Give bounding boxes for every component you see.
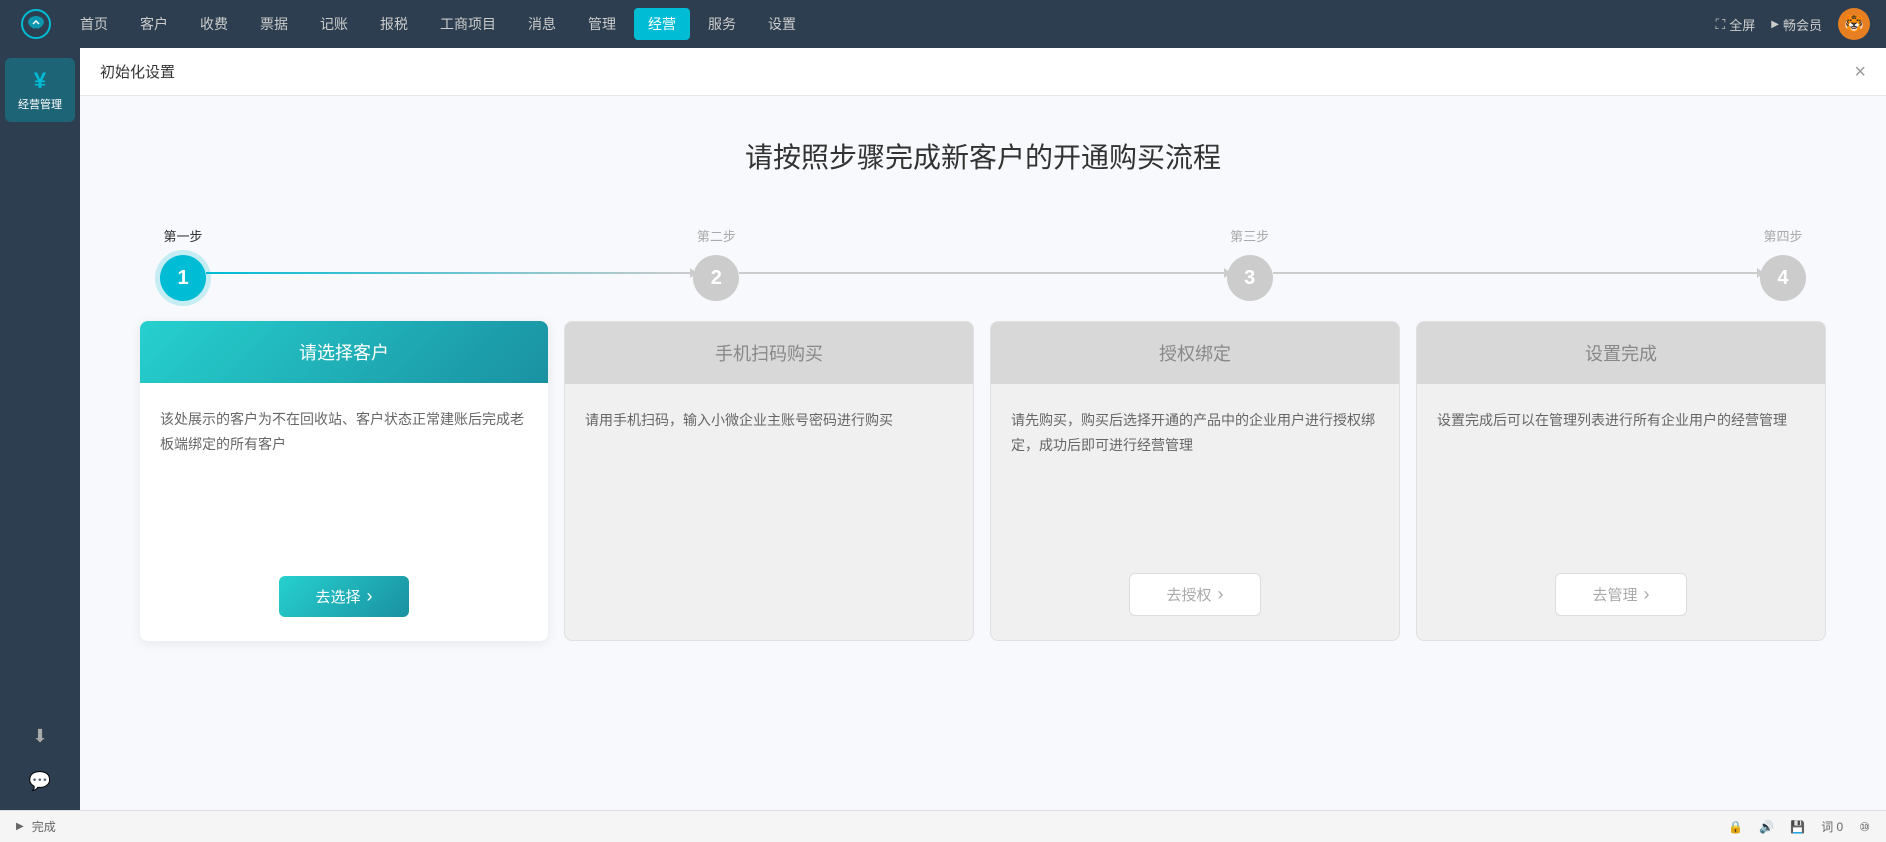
card-1-footer: 去选择 ›	[140, 560, 548, 641]
wizard-title: 请按照步骤完成新客户的开通购买流程	[140, 136, 1826, 176]
step-indicator-3: 第三步 3	[1227, 226, 1273, 301]
user-avatar[interactable]: 🐯	[1838, 8, 1870, 40]
connector-2-3	[739, 272, 1226, 274]
status-bar-right: 🔒 🔊 💾 词 0 ⑩	[1728, 818, 1870, 835]
nav-fee[interactable]: 收费	[186, 8, 242, 40]
nav-business[interactable]: 工商项目	[426, 8, 510, 40]
nav-operation[interactable]: 经营	[634, 8, 690, 40]
fullscreen-button[interactable]: ⛶ 全屏	[1715, 15, 1755, 34]
fullscreen-icon: ⛶	[1715, 16, 1725, 33]
arrow-icon-3: ›	[1218, 584, 1224, 605]
app-body: ¥ 经营管理 ⬇ 💬 初始化设置 × 请按照步骤完成新客户的开通购买流程	[0, 48, 1886, 810]
card-1-header: 请选择客户	[140, 321, 548, 383]
top-navigation: 首页 客户 收费 票据 记账 报税 工商项目 消息 管理 经营 服务 设置 ⛶ …	[0, 0, 1886, 48]
connector-3-4	[1273, 272, 1760, 274]
word-count: 词 0	[1821, 818, 1843, 835]
page-title: 初始化设置	[100, 61, 175, 82]
nav-items: 首页 客户 收费 票据 记账 报税 工商项目 消息 管理 经营 服务 设置	[66, 8, 1715, 40]
arrow-icon-1: ›	[367, 586, 373, 607]
nav-tax[interactable]: 报税	[366, 8, 422, 40]
member-button[interactable]: ▶ 畅会员	[1771, 15, 1822, 34]
card-4-footer: 去管理 ›	[1417, 557, 1825, 640]
step-3-circle: 3	[1227, 255, 1273, 301]
sidebar-download[interactable]: ⬇	[5, 718, 75, 755]
yen-icon: ¥	[34, 68, 46, 94]
step-card-2: 手机扫码购买 请用手机扫码，输入小微企业主账号密码进行购买	[564, 321, 974, 641]
card-4-header: 设置完成	[1417, 322, 1825, 384]
volume-icon: 🔊	[1759, 820, 1774, 834]
nav-manage[interactable]: 管理	[574, 8, 630, 40]
step-indicator-4: 第四步 4	[1760, 226, 1806, 301]
step-indicator-1: 第一步 1	[160, 226, 206, 301]
connector-1-2	[206, 272, 693, 274]
authorize-button[interactable]: 去授权 ›	[1129, 573, 1260, 616]
card-2-footer	[565, 600, 973, 640]
step-indicators: 第一步 1 第二步 2	[140, 226, 1826, 301]
step-indicator-2: 第二步 2	[693, 226, 739, 301]
member-label: 畅会员	[1783, 15, 1822, 34]
nav-right-area: ⛶ 全屏 ▶ 畅会员 🐯	[1715, 8, 1870, 40]
status-bar-left: ▶ 完成	[16, 818, 56, 835]
step-cards: 请选择客户 该处展示的客户为不在回收站、客户状态正常建账后完成老板端绑定的所有客…	[140, 321, 1826, 641]
fullscreen-label: 全屏	[1729, 15, 1755, 34]
nav-home[interactable]: 首页	[66, 8, 122, 40]
card-3-footer: 去授权 ›	[991, 557, 1399, 640]
status-label: 完成	[32, 818, 56, 835]
sidebar-chat[interactable]: 💬	[5, 763, 75, 800]
sidebar: ¥ 经营管理 ⬇ 💬	[0, 48, 80, 810]
close-button[interactable]: ×	[1854, 62, 1866, 82]
card-2-header: 手机扫码购买	[565, 322, 973, 384]
main-header: 初始化设置 ×	[80, 48, 1886, 96]
save-icon: 💾	[1790, 820, 1805, 834]
main-content: 初始化设置 × 请按照步骤完成新客户的开通购买流程 第一步 1	[80, 48, 1886, 810]
nav-bill[interactable]: 票据	[246, 8, 302, 40]
wizard-body: 请按照步骤完成新客户的开通购买流程 第一步 1 第二步	[80, 96, 1886, 810]
step-4-label: 第四步	[1763, 226, 1802, 245]
shield-icon: 🔒	[1728, 820, 1743, 834]
sidebar-item-label: 经营管理	[18, 98, 62, 112]
step-card-4: 设置完成 设置完成后可以在管理列表进行所有企业用户的经营管理 去管理 ›	[1416, 321, 1826, 641]
step-4-circle: 4	[1760, 255, 1806, 301]
download-icon: ⬇	[32, 726, 47, 747]
step-3-label: 第三步	[1230, 226, 1269, 245]
chat-icon: 💬	[29, 771, 51, 792]
avatar-icon: 🐯	[1844, 14, 1864, 34]
card-4-body: 设置完成后可以在管理列表进行所有企业用户的经营管理	[1417, 384, 1825, 557]
nav-accounting[interactable]: 记账	[306, 8, 362, 40]
step-2-label: 第二步	[697, 226, 736, 245]
card-2-body: 请用手机扫码，输入小微企业主账号密码进行购买	[565, 384, 973, 600]
step-2-circle: 2	[693, 255, 739, 301]
arrow-icon-4: ›	[1644, 584, 1650, 605]
nav-service[interactable]: 服务	[694, 8, 750, 40]
step-card-1: 请选择客户 该处展示的客户为不在回收站、客户状态正常建账后完成老板端绑定的所有客…	[140, 321, 548, 641]
step-1-circle: 1	[160, 255, 206, 301]
play-icon: ▶	[1771, 19, 1779, 30]
page-number: ⑩	[1859, 820, 1870, 834]
card-1-body: 该处展示的客户为不在回收站、客户状态正常建账后完成老板端绑定的所有客户	[140, 383, 548, 560]
sidebar-item-operation[interactable]: ¥ 经营管理	[5, 58, 75, 122]
status-bar: ▶ 完成 🔒 🔊 💾 词 0 ⑩	[0, 810, 1886, 842]
play-button[interactable]: ▶	[16, 821, 24, 832]
nav-settings[interactable]: 设置	[754, 8, 810, 40]
step-card-3: 授权绑定 请先购买，购买后选择开通的产品中的企业用户进行授权绑定，成功后即可进行…	[990, 321, 1400, 641]
card-3-body: 请先购买，购买后选择开通的产品中的企业用户进行授权绑定，成功后即可进行经营管理	[991, 384, 1399, 557]
manage-button[interactable]: 去管理 ›	[1555, 573, 1686, 616]
step-1-label: 第一步	[163, 226, 202, 245]
select-customer-button[interactable]: 去选择 ›	[279, 576, 408, 617]
nav-message[interactable]: 消息	[514, 8, 570, 40]
sidebar-bottom: ⬇ 💬	[5, 718, 75, 810]
nav-customer[interactable]: 客户	[126, 8, 182, 40]
card-3-header: 授权绑定	[991, 322, 1399, 384]
app-logo[interactable]	[16, 4, 56, 44]
